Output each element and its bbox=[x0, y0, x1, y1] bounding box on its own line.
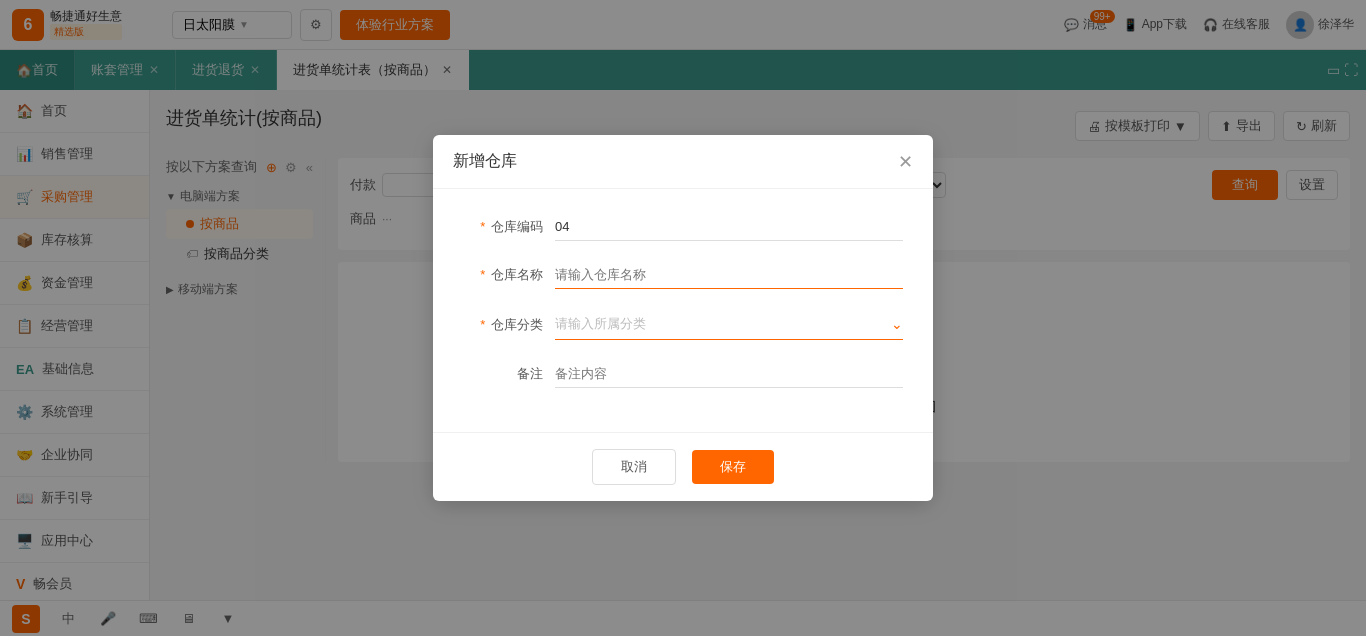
required-star-category: * bbox=[480, 317, 485, 332]
notes-input[interactable] bbox=[555, 360, 903, 388]
modal-warehouse: 新增仓库 ✕ * 仓库编码 * 仓库名称 bbox=[433, 135, 933, 501]
modal-overlay[interactable]: 新增仓库 ✕ * 仓库编码 * 仓库名称 bbox=[0, 0, 1366, 636]
required-star-name: * bbox=[480, 267, 485, 282]
modal-body: * 仓库编码 * 仓库名称 * 仓库分类 请输入 bbox=[433, 189, 933, 432]
modal-header: 新增仓库 ✕ bbox=[433, 135, 933, 189]
cancel-button[interactable]: 取消 bbox=[592, 449, 676, 485]
warehouse-name-label: * 仓库名称 bbox=[463, 266, 543, 284]
warehouse-category-row: * 仓库分类 请输入所属分类 ⌄ bbox=[463, 309, 903, 340]
notes-label: 备注 bbox=[463, 365, 543, 383]
warehouse-code-label: * 仓库编码 bbox=[463, 218, 543, 236]
modal-close-icon[interactable]: ✕ bbox=[898, 153, 913, 171]
warehouse-name-input[interactable] bbox=[555, 261, 903, 289]
save-button[interactable]: 保存 bbox=[692, 450, 774, 484]
warehouse-category-placeholder: 请输入所属分类 bbox=[555, 309, 891, 339]
modal-footer: 取消 保存 bbox=[433, 432, 933, 501]
warehouse-name-row: * 仓库名称 bbox=[463, 261, 903, 289]
warehouse-code-row: * 仓库编码 bbox=[463, 213, 903, 241]
warehouse-category-label: * 仓库分类 bbox=[463, 316, 543, 334]
modal-title: 新增仓库 bbox=[453, 151, 517, 172]
warehouse-code-input[interactable] bbox=[555, 213, 903, 241]
category-dropdown-icon[interactable]: ⌄ bbox=[891, 316, 903, 332]
warehouse-category-wrapper: 请输入所属分类 ⌄ bbox=[555, 309, 903, 340]
required-star-code: * bbox=[480, 219, 485, 234]
notes-row: 备注 bbox=[463, 360, 903, 388]
